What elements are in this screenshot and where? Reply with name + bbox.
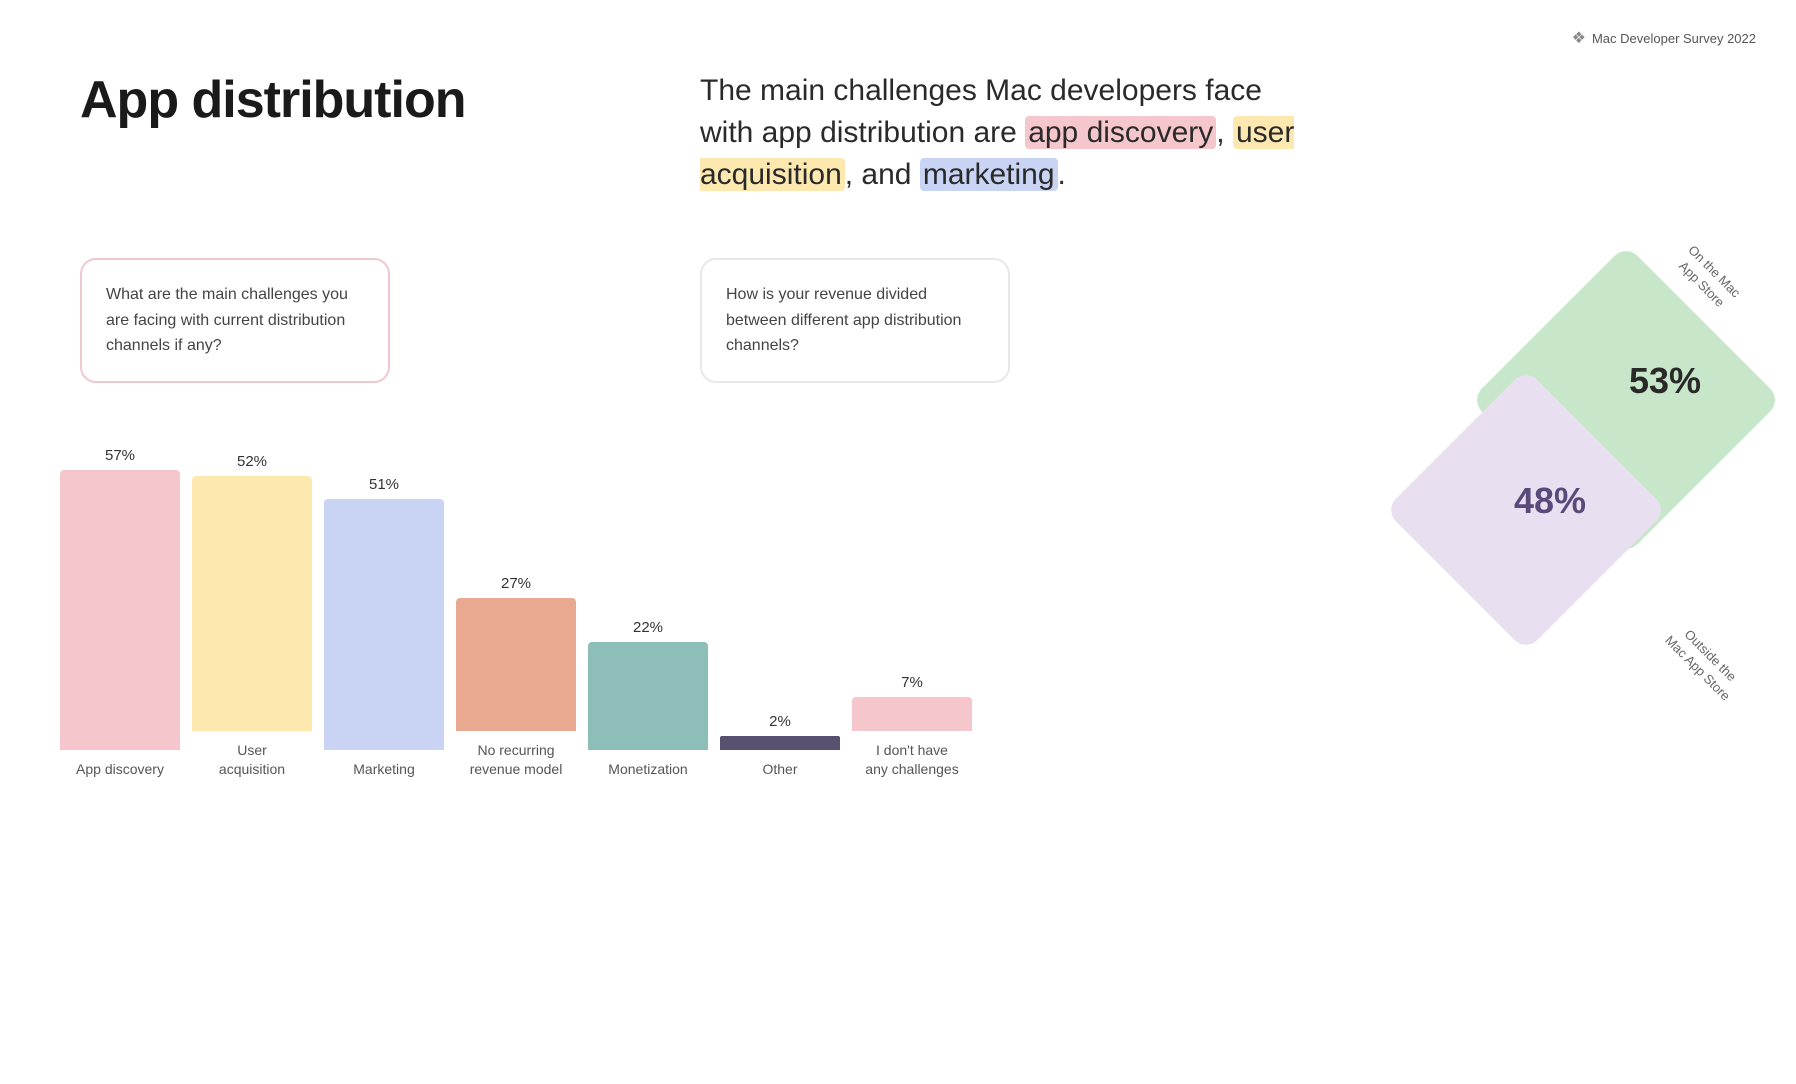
- bar-group-2: 51% Marketing: [324, 476, 444, 780]
- bar-group-3: 27% No recurringrevenue model: [456, 575, 576, 780]
- diamond-chart: 53% 48% On the MacApp Store Outside theM…: [1376, 250, 1756, 710]
- bar-group-6: 7% I don't haveany challenges: [852, 674, 972, 780]
- bar-group-1: 52% Useracquisition: [192, 453, 312, 780]
- bar-rect-1: [192, 476, 312, 731]
- bar-rect-4: [588, 642, 708, 750]
- highlight-discovery: app discovery: [1025, 116, 1216, 149]
- bar-group-4: 22% Monetization: [588, 619, 708, 780]
- highlight-marketing: marketing: [920, 158, 1058, 191]
- bar-rect-2: [324, 499, 444, 750]
- bar-group-0: 57% App discovery: [60, 447, 180, 780]
- bar-pct-0: 57%: [105, 447, 135, 464]
- description-text2: ,: [1216, 116, 1233, 149]
- bar-pct-2: 51%: [369, 476, 399, 493]
- diamond-green-label: 53%: [1629, 360, 1701, 402]
- header-title: Mac Developer Survey 2022: [1592, 31, 1756, 46]
- diamond-purple-label: 48%: [1514, 480, 1586, 522]
- question-left-text: What are the main challenges you are fac…: [106, 286, 348, 354]
- bar-rect-0: [60, 470, 180, 750]
- bar-label-2: Marketing: [353, 760, 414, 780]
- bar-pct-3: 27%: [501, 575, 531, 592]
- page-title: App distribution: [80, 70, 465, 130]
- bar-label-4: Monetization: [608, 760, 687, 780]
- bar-rect-3: [456, 598, 576, 731]
- description-text3: , and: [845, 158, 920, 191]
- bar-group-5: 2% Other: [720, 713, 840, 780]
- header: ❖ Mac Developer Survey 2022: [1572, 28, 1756, 48]
- bar-label-0: App discovery: [76, 760, 164, 780]
- bar-pct-5: 2%: [769, 713, 791, 730]
- bar-label-5: Other: [762, 760, 797, 780]
- bar-label-1: Useracquisition: [219, 741, 285, 780]
- diamond-label-bottom: Outside theMac App Store: [1660, 619, 1746, 705]
- question-box-left: What are the main challenges you are fac…: [80, 258, 390, 383]
- description: The main challenges Mac developers face …: [700, 70, 1320, 196]
- bar-chart: 57% App discovery 52% Useracquisition 51% Mar…: [60, 440, 960, 780]
- logo-icon: ❖: [1572, 28, 1586, 48]
- description-text4: .: [1058, 158, 1066, 191]
- bar-pct-6: 7%: [901, 674, 923, 691]
- question-box-right: How is your revenue divided between diff…: [700, 258, 1010, 383]
- question-right-text: How is your revenue divided between diff…: [726, 286, 961, 354]
- bar-label-3: No recurringrevenue model: [470, 741, 563, 780]
- bar-pct-4: 22%: [633, 619, 663, 636]
- bar-rect-6: [852, 697, 972, 731]
- bar-rect-5: [720, 736, 840, 750]
- bar-label-6: I don't haveany challenges: [865, 741, 958, 780]
- bar-pct-1: 52%: [237, 453, 267, 470]
